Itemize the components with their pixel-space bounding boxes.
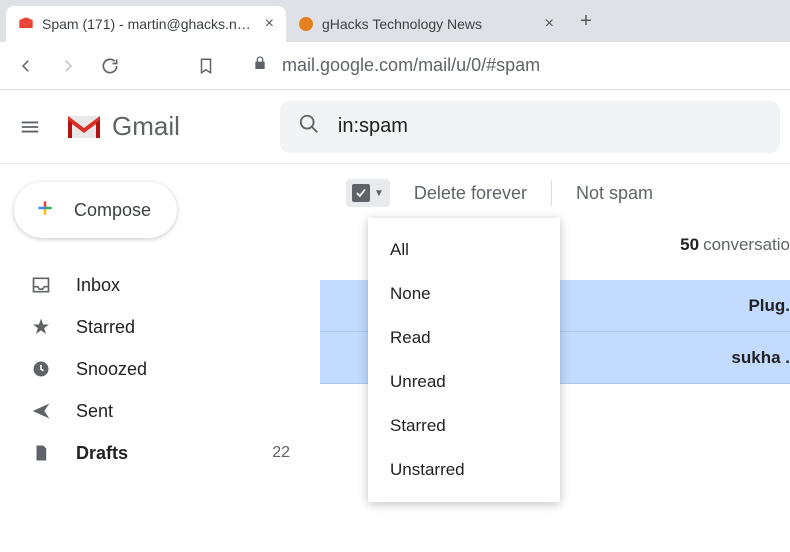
file-icon	[30, 443, 52, 463]
url-text: mail.google.com/mail/u/0/#spam	[282, 55, 540, 76]
select-option-all[interactable]: All	[368, 228, 560, 272]
not-spam-button[interactable]: Not spam	[576, 183, 653, 204]
sidebar-item-label: Drafts	[76, 443, 128, 464]
sidebar-item-snoozed[interactable]: Snoozed	[14, 348, 308, 390]
gmail-icon	[64, 112, 104, 142]
select-option-unread[interactable]: Unread	[368, 360, 560, 404]
close-icon[interactable]: ×	[545, 15, 554, 33]
checkbox-checked-icon	[352, 184, 370, 202]
browser-tab[interactable]: gHacks Technology News ×	[286, 6, 566, 42]
send-icon	[30, 401, 52, 421]
browser-toolbar: mail.google.com/mail/u/0/#spam	[0, 42, 790, 90]
inbox-icon	[30, 275, 52, 295]
sidebar-item-starred[interactable]: Starred	[14, 306, 308, 348]
select-all-dropdown[interactable]: ▼	[346, 179, 390, 207]
app-name: Gmail	[112, 111, 180, 142]
browser-tab-strip: Spam (171) - martin@ghacks.net - × gHack…	[0, 0, 790, 42]
select-option-unstarred[interactable]: Unstarred	[368, 448, 560, 492]
compose-button[interactable]: Compose	[14, 182, 177, 238]
reload-button[interactable]	[96, 52, 124, 80]
back-button[interactable]	[12, 52, 40, 80]
sidebar-item-label: Inbox	[76, 275, 120, 296]
gmail-favicon	[18, 16, 34, 32]
search-input[interactable]	[338, 115, 762, 138]
sidebar-item-label: Snoozed	[76, 359, 147, 380]
browser-tab-title: Spam (171) - martin@ghacks.net -	[42, 16, 253, 32]
forward-button[interactable]	[54, 52, 82, 80]
close-icon[interactable]: ×	[265, 15, 274, 33]
browser-tab-active[interactable]: Spam (171) - martin@ghacks.net - ×	[6, 6, 286, 42]
message-snippet: Plug.	[748, 296, 790, 316]
sidebar-item-label: Sent	[76, 401, 113, 422]
message-snippet: sukha .	[731, 348, 790, 368]
lock-icon	[252, 55, 268, 76]
conversation-count: 50	[680, 235, 699, 255]
bookmark-icon[interactable]	[192, 52, 220, 80]
main-menu-button[interactable]	[10, 107, 50, 147]
star-icon	[30, 317, 52, 337]
ghacks-favicon	[298, 16, 314, 32]
sidebar-item-drafts[interactable]: Drafts 22	[14, 432, 308, 474]
folder-nav: Inbox Starred Snoozed Sent Drafts 22	[14, 264, 308, 474]
drafts-count: 22	[272, 444, 298, 462]
conversation-word: conversatio	[703, 235, 790, 255]
search-box[interactable]	[280, 101, 780, 153]
sidebar-item-inbox[interactable]: Inbox	[14, 264, 308, 306]
chevron-down-icon: ▼	[374, 188, 384, 199]
address-bar[interactable]: mail.google.com/mail/u/0/#spam	[234, 55, 778, 76]
new-tab-button[interactable]: +	[572, 7, 600, 35]
sidebar: Compose Inbox Starred Snoozed Sent Draft…	[0, 164, 320, 552]
mail-toolbar: ▼ Delete forever Not spam	[320, 164, 790, 222]
mail-main: ▼ Delete forever Not spam 50 conversatio…	[320, 164, 790, 552]
plus-icon	[30, 193, 60, 228]
select-option-none[interactable]: None	[368, 272, 560, 316]
sidebar-item-sent[interactable]: Sent	[14, 390, 308, 432]
app-header: Gmail	[0, 90, 790, 164]
delete-forever-button[interactable]: Delete forever	[414, 183, 527, 204]
browser-tab-title: gHacks Technology News	[322, 16, 533, 32]
toolbar-divider	[551, 180, 552, 206]
clock-icon	[30, 359, 52, 379]
select-option-starred[interactable]: Starred	[368, 404, 560, 448]
select-dropdown-menu: All None Read Unread Starred Unstarred	[368, 218, 560, 502]
select-option-read[interactable]: Read	[368, 316, 560, 360]
search-icon	[298, 113, 320, 140]
sidebar-item-label: Starred	[76, 317, 135, 338]
gmail-logo[interactable]: Gmail	[64, 111, 180, 142]
compose-label: Compose	[74, 200, 151, 221]
